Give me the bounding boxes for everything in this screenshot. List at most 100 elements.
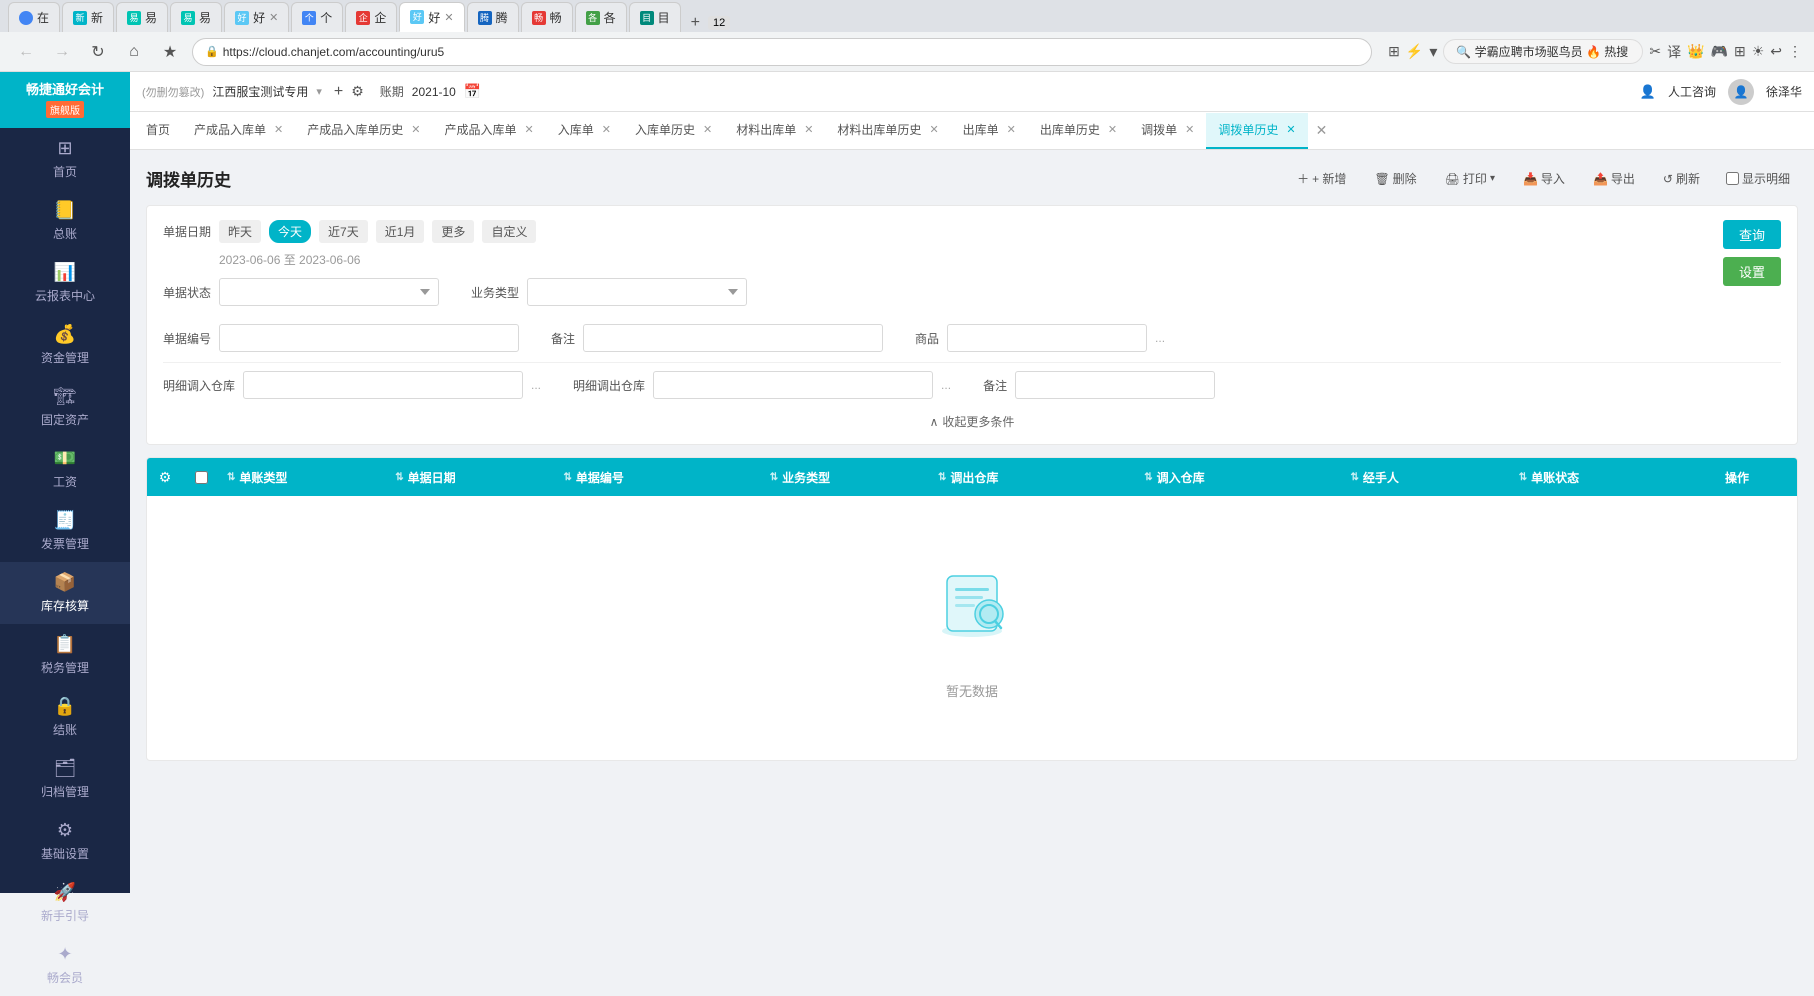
th-type[interactable]: ⇅ 单账类型 [219,469,387,486]
period-value[interactable]: 2021-10 [412,85,456,99]
browser-tab-9[interactable]: 腾 腾 [467,2,519,32]
biztype-select[interactable]: 普通调拨 [527,278,747,306]
sidebar-item-asset[interactable]: 🏗 固定资产 [0,376,130,438]
status-select[interactable]: 草稿 待审核 已审核 [219,278,439,306]
sidebar-item-guide[interactable]: 🚀 新手引导 [0,872,130,934]
tab-close-icon[interactable]: ✕ [1007,123,1016,136]
browser-menu-btn[interactable]: ▾ [1429,42,1437,62]
date-custom-btn[interactable]: 自定义 [482,220,536,243]
forward-btn[interactable]: → [48,38,76,66]
sidebar-item-report[interactable]: 📊 云报表中心 [0,252,130,314]
tab-outbound-hist[interactable]: 出库单历史 ✕ [1028,113,1129,149]
tab-material-out-hist[interactable]: 材料出库单历史 ✕ [825,113,950,149]
browser-tab-2[interactable]: 新 新 [62,2,114,32]
tab-close-icon[interactable]: ✕ [703,123,712,136]
browser-tab-5[interactable]: 好 好 ✕ [224,2,289,32]
browser-tab-8[interactable]: 好 好 ✕ [399,2,464,32]
delete-btn[interactable]: 🗑 删除 [1364,166,1426,191]
date-more-btn[interactable]: 更多 [432,220,474,243]
refresh-btn[interactable]: ↻ [84,38,112,66]
date-7days-btn[interactable]: 近7天 [319,220,368,243]
tab-home[interactable]: 首页 [134,113,182,149]
tab-transfer[interactable]: 调拨单 ✕ [1129,113,1206,149]
tab-inbound[interactable]: 入库单 ✕ [546,113,623,149]
select-all-checkbox[interactable] [195,471,208,484]
sidebar-item-closing[interactable]: 🔒 结账 [0,686,130,748]
browser-tab-10[interactable]: 畅 畅 [521,2,573,32]
tab-close-icon[interactable]: ✕ [804,123,813,136]
docnum-input[interactable] [219,324,519,352]
sun-icon[interactable]: ☀ [1752,43,1765,60]
scissors-icon[interactable]: ✂ [1649,43,1661,60]
th-biztype[interactable]: ⇅ 业务类型 [762,469,930,486]
browser-tab-1[interactable]: 在 [8,2,60,32]
browser-tab-12[interactable]: 目 目 [629,2,681,32]
ellipsis-icon[interactable]: ⋮ [1788,43,1802,60]
date-yesterday-btn[interactable]: 昨天 [219,220,261,243]
tab-close-icon[interactable]: ✕ [525,123,534,136]
date-today-btn[interactable]: 今天 [269,220,311,243]
add-company-btn[interactable]: + [334,83,343,101]
undo-icon[interactable]: ↩ [1770,43,1782,60]
tab-close-icon[interactable]: ✕ [1286,123,1295,136]
browser-tab-7[interactable]: 企 企 [345,2,397,32]
export-btn[interactable]: 📤 导出 [1583,166,1645,191]
tab-product-inbound-hist[interactable]: 产成品入库单历史 ✕ [295,113,432,149]
sidebar-item-fund[interactable]: 💰 资金管理 [0,314,130,376]
tab-close-icon[interactable]: ✕ [602,123,611,136]
company-name[interactable]: 江西服宝测试专用 [212,83,308,100]
th-out[interactable]: ⇅ 调出仓库 [930,469,1136,486]
new-tab-btn[interactable]: + [687,14,704,32]
display-detail-checkbox[interactable] [1726,172,1739,185]
browser-tab-4[interactable]: 易 易 [170,2,222,32]
lightning-icon[interactable]: ⚡ [1406,43,1423,60]
browser-tab-3[interactable]: 易 易 [116,2,168,32]
table-settings-icon[interactable]: ⚙ [147,469,183,486]
date-1month-btn[interactable]: 近1月 [376,220,425,243]
tab-inbound-hist[interactable]: 入库单历史 ✕ [623,113,724,149]
home-nav-btn[interactable]: ⌂ [120,38,148,66]
note2-input[interactable] [1015,371,1215,399]
import-btn[interactable]: 📥 导入 [1513,166,1575,191]
collapse-btn[interactable]: ∧ 收起更多条件 [930,413,1015,430]
goods-more-icon[interactable]: ... [1155,331,1165,345]
bookmark-btn[interactable]: ★ [156,38,184,66]
browser-tab-11[interactable]: 各 各 [575,2,627,32]
sidebar-item-settings[interactable]: ⚙ 基础设置 [0,810,130,872]
close-all-pages-btn[interactable]: ✕ [1312,122,1332,139]
th-in[interactable]: ⇅ 调入仓库 [1136,469,1342,486]
th-date[interactable]: ⇅ 单据日期 [387,469,555,486]
detail-in-input[interactable] [243,371,523,399]
tab-close-icon[interactable]: ✕ [411,123,420,136]
display-detail-btn[interactable]: 显示明细 [1718,166,1798,191]
tab-close-icon[interactable]: ✕ [274,123,283,136]
detail-out-input[interactable] [653,371,933,399]
th-handler[interactable]: ⇅ 经手人 [1343,469,1511,486]
sidebar-item-invoice[interactable]: 🧾 发票管理 [0,500,130,562]
gamepad-icon[interactable]: 🎮 [1711,43,1728,60]
extensions-icon[interactable]: ⊞ [1388,43,1400,60]
th-num[interactable]: ⇅ 单据编号 [555,469,761,486]
sidebar-item-member[interactable]: ✦ 畅会员 [0,934,130,996]
translate-icon[interactable]: 译 [1667,42,1681,62]
sidebar-item-archive[interactable]: 🗂 归档管理 [0,748,130,810]
tab-transfer-hist[interactable]: 调拨单历史 ✕ [1206,113,1307,149]
address-bar[interactable]: 🔒 https://cloud.chanjet.com/accounting/u… [192,38,1372,66]
filter-settings-btn[interactable]: 设置 [1723,257,1781,286]
goods-input[interactable] [947,324,1147,352]
service-label[interactable]: 人工咨询 [1668,83,1716,100]
crown-icon[interactable]: 👑 [1687,43,1704,60]
grid-icon[interactable]: ⊞ [1734,43,1746,60]
th-status[interactable]: ⇅ 单账状态 [1511,469,1717,486]
tab-close-icon[interactable]: ✕ [929,123,938,136]
refresh-toolbar-btn[interactable]: ↺ 刷新 [1653,166,1710,191]
search-bar-area[interactable]: 🔍 学霸应聘市场驱鸟员 🔥 热搜 [1443,39,1643,64]
table-select-all[interactable] [183,471,219,484]
sidebar-item-home[interactable]: ⊞ 首页 [0,128,130,190]
print-btn[interactable]: 🖨 打印 ▾ [1435,166,1505,191]
username[interactable]: 徐泽华 [1766,83,1802,100]
settings-gear-icon[interactable]: ⚙ [351,83,364,100]
calendar-icon[interactable]: 📅 [464,83,481,100]
sidebar-item-ledger[interactable]: 📒 总账 [0,190,130,252]
sidebar-item-salary[interactable]: 💵 工资 [0,438,130,500]
